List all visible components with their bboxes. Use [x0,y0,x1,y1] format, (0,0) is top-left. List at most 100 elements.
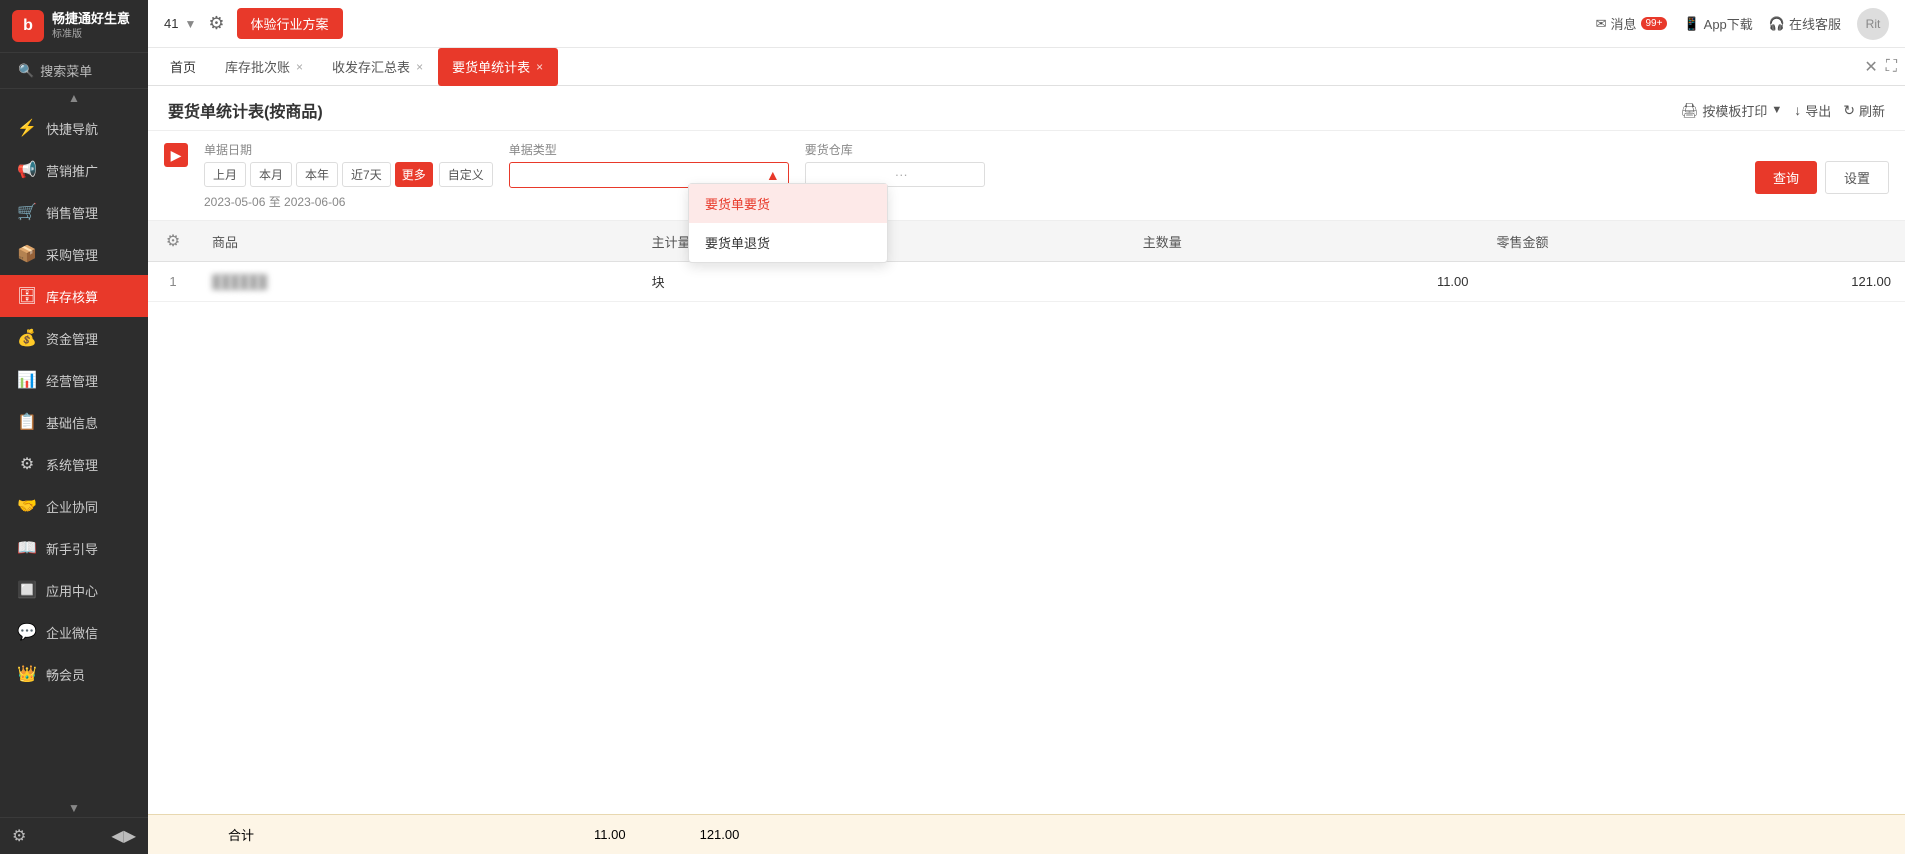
date-filter-row: 上月 本月 本年 近7天 更多 自定义 [204,162,493,187]
members-icon: 👑 [16,664,38,684]
warehouse-more-icon[interactable]: ··· [895,167,976,182]
tab-order-summary-close[interactable]: × [536,60,543,74]
settings-btn[interactable]: 设置 [1825,161,1889,194]
print-icon: 🖨 [1681,102,1699,119]
prev-month-btn[interactable]: 上月 [204,162,246,187]
filter-actions: 查询 设置 [1755,161,1889,194]
data-table: ⚙ 商品 主计量单位 主数量 零售金额 1 ██████ 块 11.00 12 [148,221,1905,302]
col-settings-header[interactable]: ⚙ [148,221,198,262]
sidebar-item-operations[interactable]: 📊 经营管理 [0,359,148,401]
sidebar-item-sales[interactable]: 🛒 销售管理 [0,191,148,233]
sidebar-scroll-down[interactable]: ▼ [0,799,148,817]
sidebar: b 畅捷通好生意 标准版 🔍 搜索菜单 ▲ ⚡ 快捷导航 📢 营销推广 🛒 销售… [0,0,148,854]
topbar-settings-icon[interactable]: ⚙ [208,13,224,34]
online-service-label: 在线客服 [1789,14,1841,33]
topbar-left: 41 ▼ ⚙ 体验行业方案 [164,8,343,39]
table-container: ⚙ 商品 主计量单位 主数量 零售金额 1 ██████ 块 11.00 12 [148,221,1905,814]
dropdown-item-order-return[interactable]: 要货单退货 [689,223,887,262]
dropdown-item-order-goods[interactable]: 要货单要货 [689,184,887,223]
print-btn[interactable]: 🖨 按模板打印 ▼ [1681,101,1783,120]
filter-bar: ▶ 单据日期 上月 本月 本年 近7天 更多 自定义 2023-05-06 至 … [148,131,1905,221]
warehouse-filter-group: 要货仓库 ··· [805,141,985,187]
topbar-right: ✉ 消息 99+ 📱 App下载 🎧 在线客服 Rit [1596,8,1889,40]
messages-action[interactable]: ✉ 消息 99+ [1596,14,1668,33]
marketing-icon: 📢 [16,160,38,180]
sidebar-item-inventory[interactable]: 🗄 库存核算 [0,275,148,317]
store-dropdown-icon: ▼ [184,17,196,31]
type-caret-icon: ▲ [766,167,780,183]
tab-batch-account-close[interactable]: × [296,60,303,74]
sidebar-item-procurement[interactable]: 📦 采购管理 [0,233,148,275]
export-btn[interactable]: ↓ 导出 [1794,101,1831,120]
tab-home-label: 首页 [170,57,196,76]
sidebar-label-system: 系统管理 [46,455,98,474]
date-btns: 上月 本月 本年 近7天 更多 [204,162,433,187]
last7days-btn[interactable]: 近7天 [342,162,391,187]
type-filter-group: 单据类型 ▲ [509,141,789,188]
filter-expand-btn[interactable]: ▶ [164,143,188,167]
sidebar-item-quick-nav[interactable]: ⚡ 快捷导航 [0,107,148,149]
sidebar-item-enterprise[interactable]: 🤝 企业协同 [0,485,148,527]
row-num: 1 [148,262,198,302]
online-service-action[interactable]: 🎧 在线客服 [1769,14,1841,33]
print-label: 按模板打印 [1702,101,1767,120]
app-download-action[interactable]: 📱 App下载 [1683,14,1752,33]
enterprise-icon: 🤝 [16,496,38,516]
sidebar-label-apps: 应用中心 [46,581,98,600]
footer-total-label: 合计 [228,825,254,844]
custom-btn[interactable]: 自定义 [439,162,493,187]
sidebar-item-wechat[interactable]: 💬 企业微信 [0,611,148,653]
page-content: 要货单统计表(按商品) 🖨 按模板打印 ▼ ↓ 导出 ↻ 刷新 ▶ [148,86,1905,854]
sidebar-item-guide[interactable]: 📖 新手引导 [0,527,148,569]
tab-batch-account[interactable]: 库存批次账 × [211,48,318,86]
tab-order-summary-label: 要货单统计表 [452,57,530,76]
tab-batch-account-label: 库存批次账 [225,57,290,76]
procurement-icon: 📦 [16,244,38,264]
main-content: 41 ▼ ⚙ 体验行业方案 ✉ 消息 99+ 📱 App下载 🎧 在线客服 Ri… [148,0,1905,854]
store-selector[interactable]: 41 ▼ [164,16,196,31]
type-input-field[interactable] [518,168,766,183]
collapse-icon[interactable]: ◀▶ [111,826,136,846]
type-filter-label: 单据类型 [509,141,789,158]
more-btn[interactable]: 更多 [395,162,433,187]
tab-receive-summary-close[interactable]: × [416,60,423,74]
table-settings-icon[interactable]: ⚙ [166,233,180,250]
tab-order-summary[interactable]: 要货单统计表 × [438,48,558,86]
industry-btn[interactable]: 体验行业方案 [237,8,343,39]
app-download-label: App下载 [1704,14,1753,33]
tab-home[interactable]: 首页 [156,48,211,86]
refresh-btn[interactable]: ↻ 刷新 [1843,101,1885,120]
tab-receive-summary[interactable]: 收发存汇总表 × [318,48,438,86]
sidebar-item-marketing[interactable]: 📢 营销推广 [0,149,148,191]
sidebar-label-finance: 资金管理 [46,329,98,348]
tabs-bar: 首页 库存批次账 × 收发存汇总表 × 要货单统计表 × ✕ ⛶ [148,48,1905,86]
date-filter-group: 单据日期 上月 本月 本年 近7天 更多 自定义 2023-05-06 至 20… [204,141,493,210]
brand-name: 畅捷通好生意 [52,11,130,28]
tabs-expand-icon[interactable]: ⛶ [1886,58,1897,76]
sidebar-item-finance[interactable]: 💰 资金管理 [0,317,148,359]
refresh-icon: ↻ [1843,102,1855,119]
sidebar-label-sales: 销售管理 [46,203,98,222]
row-amount: 121.00 [1483,262,1905,302]
query-btn[interactable]: 查询 [1755,161,1817,194]
col-product-header: 商品 [198,221,638,262]
row-product: ██████ [198,262,638,302]
settings-footer-icon[interactable]: ⚙ [12,826,26,846]
this-month-btn[interactable]: 本月 [250,162,292,187]
this-year-btn[interactable]: 本年 [296,162,338,187]
sidebar-label-quick-nav: 快捷导航 [46,119,98,138]
sidebar-item-system[interactable]: ⚙ 系统管理 [0,443,148,485]
date-filter-label: 单据日期 [204,141,493,158]
user-avatar[interactable]: Rit [1857,8,1889,40]
quick-nav-icon: ⚡ [16,118,38,138]
sidebar-scroll-up[interactable]: ▲ [0,89,148,107]
basic-info-icon: 📋 [16,412,38,432]
sidebar-item-members[interactable]: 👑 畅会员 [0,653,148,695]
sidebar-item-apps[interactable]: 🔲 应用中心 [0,569,148,611]
footer-total-qty: 11.00 [594,827,626,842]
sidebar-label-procurement: 采购管理 [46,245,98,264]
tabs-bar-right: ✕ ⛶ [1864,57,1897,77]
sidebar-search[interactable]: 🔍 搜索菜单 [0,53,148,89]
tabs-close-all-icon[interactable]: ✕ [1864,57,1877,77]
sidebar-item-basic-info[interactable]: 📋 基础信息 [0,401,148,443]
